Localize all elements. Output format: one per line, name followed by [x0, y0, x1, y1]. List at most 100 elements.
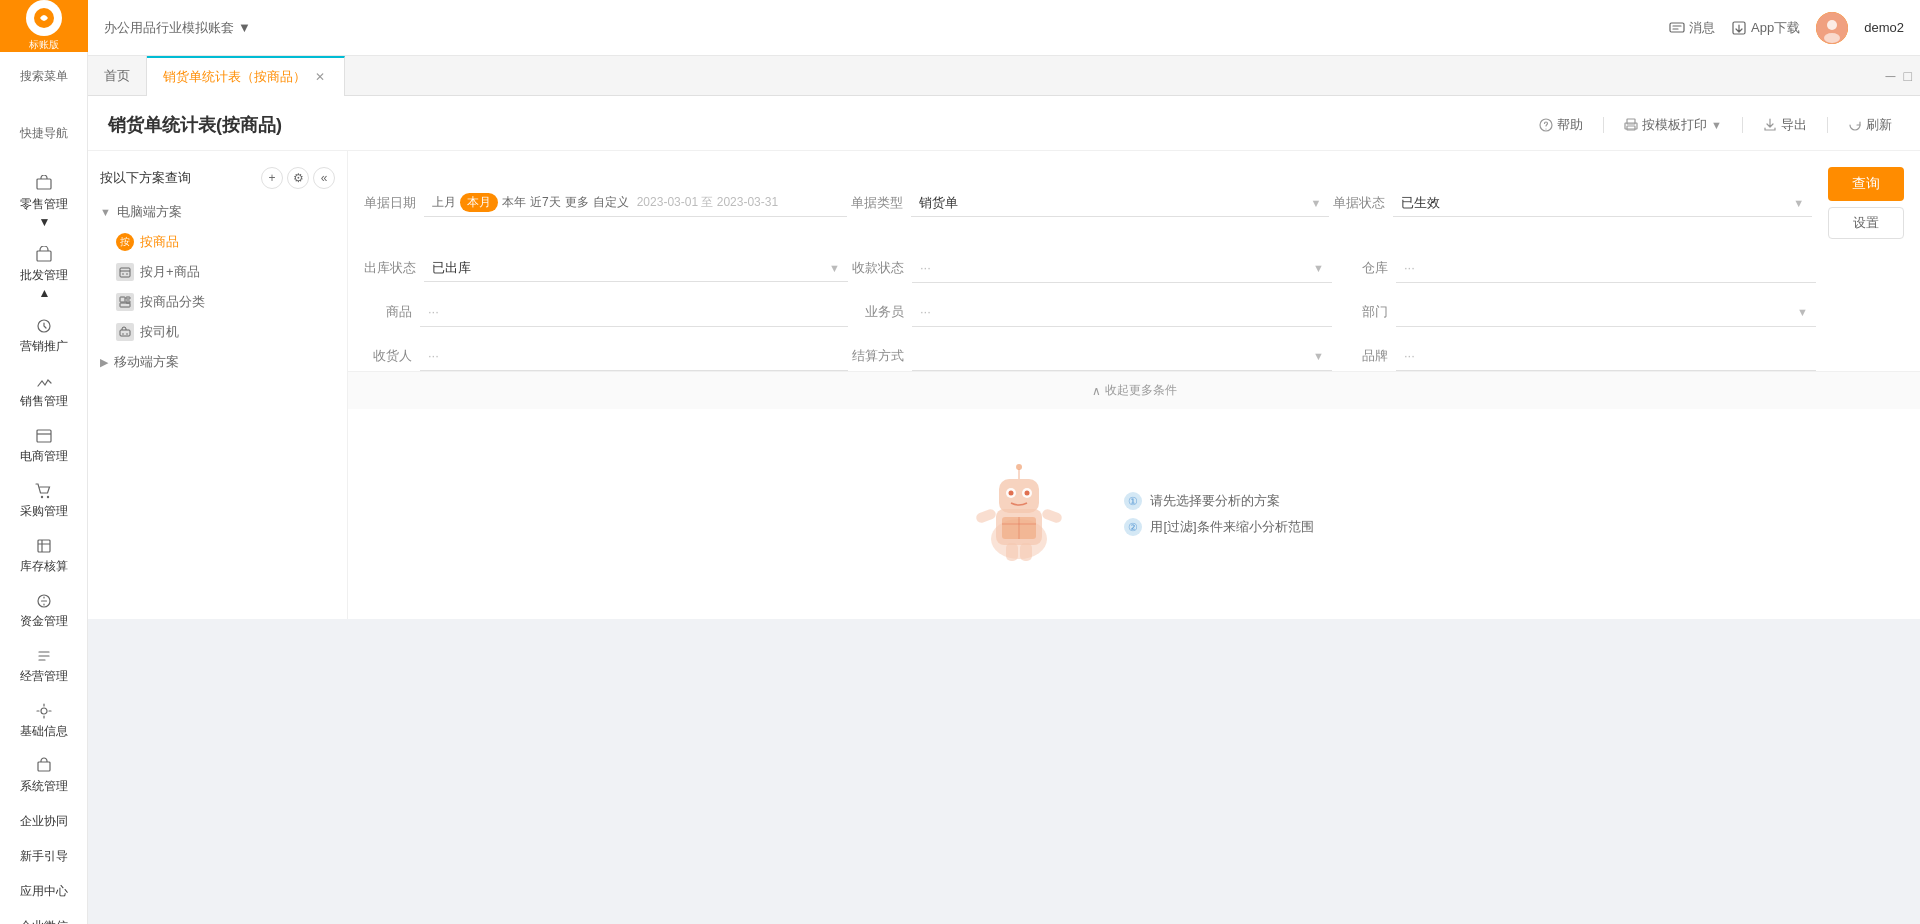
date-opt-7days[interactable]: 近7天 [530, 194, 561, 211]
scheme-group-mobile-header[interactable]: ▶ 移动端方案 [88, 347, 347, 377]
sidebar-item-guide[interactable]: 新手引导 [0, 838, 87, 873]
sidebar-item-purchase[interactable]: 采购管理 [0, 473, 87, 528]
page-header: 销货单统计表(按商品) 帮助 按模板打印 ▼ 导出 [88, 96, 1920, 151]
sidebar-item-marketing[interactable]: 营销推广 [0, 308, 87, 363]
page-title: 销货单统计表(按商品) [108, 113, 282, 137]
date-opt-this-month[interactable]: 本月 [460, 193, 498, 212]
svg-rect-40 [975, 508, 997, 524]
date-opt-this-year[interactable]: 本年 [502, 194, 526, 211]
sidebar-item-system[interactable]: 系统管理 [0, 748, 87, 803]
goods-dots: ··· [428, 304, 840, 319]
filter-item-consignee: 收货人 ··· [364, 341, 848, 371]
sidebar-item-operations[interactable]: 经营管理 [0, 638, 87, 693]
brand-selector[interactable]: ··· [1396, 341, 1816, 371]
svg-rect-4 [37, 430, 51, 442]
salesman-selector[interactable]: ··· [912, 297, 1332, 327]
sidebar-item-basic[interactable]: 基础信息 [0, 693, 87, 748]
sidebar-item-appcenter[interactable]: 应用中心 [0, 873, 87, 908]
svg-point-36 [1009, 491, 1014, 496]
scheme-add-btn[interactable]: + [261, 167, 283, 189]
help-icon [1539, 118, 1553, 132]
marketing-icon [34, 316, 54, 336]
export-icon [1763, 118, 1777, 132]
svg-rect-33 [999, 479, 1039, 513]
outstatus-selector[interactable]: 已出库 ▼ [424, 255, 848, 282]
svg-rect-28 [120, 330, 130, 336]
app-logo[interactable]: 标账版 [0, 0, 88, 52]
svg-rect-21 [120, 268, 130, 277]
user-name[interactable]: demo2 [1864, 20, 1904, 35]
purchase-label: 采购管理 [20, 503, 68, 520]
system-icon [34, 756, 54, 776]
sidebar-item-finance[interactable]: 资金管理 [0, 583, 87, 638]
date-opt-last-month[interactable]: 上月 [432, 194, 456, 211]
cooperation-label: 企业协同 [20, 813, 68, 830]
scheme-group-pc-label: 电脑端方案 [117, 203, 182, 221]
industry-selector[interactable]: 办公用品行业模拟账套 ▼ [104, 19, 251, 37]
scheme-group-pc-header[interactable]: ▼ 电脑端方案 [88, 197, 347, 227]
tab-maximize-btn[interactable]: □ [1904, 68, 1912, 84]
tree-expand-icon: ▼ [100, 206, 111, 218]
scheme-item-icon-month [116, 263, 134, 281]
message-btn[interactable]: 消息 [1669, 19, 1715, 37]
sidebar-item-sales[interactable]: 销售管理 [0, 363, 87, 418]
date-selector[interactable]: 上月 本月 本年 近7天 更多 自定义 2023-03-01 至 2023-03… [424, 189, 847, 217]
svg-point-37 [1025, 491, 1030, 496]
scheme-item-icon-category [116, 293, 134, 311]
query-btn[interactable]: 查询 [1828, 167, 1904, 201]
sidebar-item-retail[interactable]: 零售管理 ▼ [0, 166, 87, 237]
filter-section: 单据日期 上月 本月 本年 近7天 更多 自定义 2023-03-01 至 20… [348, 151, 1920, 371]
scheme-item-by-driver[interactable]: 按司机 [88, 317, 347, 347]
print-label: 按模板打印 [1642, 116, 1707, 134]
filter-item-recvstatus: 收款状态 ··· ▼ [848, 253, 1332, 283]
header-left: 办公用品行业模拟账套 ▼ [104, 19, 251, 37]
scheme-settings-btn[interactable]: ⚙ [287, 167, 309, 189]
sidebar-item-cooperation[interactable]: 企业协同 [0, 803, 87, 838]
date-range: 2023-03-01 至 2023-03-31 [637, 194, 778, 211]
export-btn[interactable]: 导出 [1755, 112, 1815, 138]
dept-selector[interactable]: ▼ [1396, 297, 1816, 327]
goods-selector[interactable]: ··· [420, 297, 848, 327]
scheme-item-by-category[interactable]: 按商品分类 [88, 287, 347, 317]
print-btn[interactable]: 按模板打印 ▼ [1616, 112, 1730, 138]
scheme-item-by-month-goods[interactable]: 按月+商品 [88, 257, 347, 287]
date-opt-custom[interactable]: 自定义 [593, 194, 629, 211]
sidebar-item-wholesale[interactable]: 批发管理 ▲ [0, 237, 87, 308]
sidebar-item-inventory[interactable]: 库存核算 [0, 528, 87, 583]
salesman-label: 业务员 [848, 303, 912, 321]
tab-minimize-btn[interactable]: ─ [1886, 68, 1896, 84]
settle-label: 结算方式 [848, 347, 912, 365]
quick-nav-item[interactable]: 快捷导航 [0, 109, 87, 158]
print-arrow[interactable]: ▼ [1711, 119, 1722, 131]
settle-selector[interactable]: ▼ [912, 341, 1332, 371]
collapse-bar[interactable]: ∧ 收起更多条件 [348, 371, 1920, 409]
system-label: 系统管理 [20, 778, 68, 795]
search-menu-item[interactable]: 搜索菜单 [0, 52, 87, 101]
scheme-item-icon-driver [116, 323, 134, 341]
refresh-btn[interactable]: 刷新 [1840, 112, 1900, 138]
sidebar-item-ecommerce[interactable]: 电商管理 [0, 418, 87, 473]
warehouse-selector[interactable]: ··· [1396, 253, 1816, 283]
print-icon [1624, 118, 1638, 132]
doctype-selector[interactable]: 销货单 ▼ [911, 190, 1330, 217]
logo-label: 标账版 [29, 38, 59, 52]
tab-sales-stat[interactable]: 销货单统计表（按商品） ✕ [147, 56, 345, 96]
sidebar-item-corpwechat[interactable]: 企业微信 [0, 908, 87, 924]
docstatus-selector[interactable]: 已生效 ▼ [1393, 190, 1812, 217]
date-opt-more[interactable]: 更多 [565, 194, 589, 211]
tip-text-1: 请先选择要分析的方案 [1150, 492, 1280, 510]
user-avatar[interactable] [1816, 12, 1848, 44]
settings-btn[interactable]: 设置 [1828, 207, 1904, 239]
recvstatus-selector[interactable]: ··· ▼ [912, 253, 1332, 283]
scheme-collapse-btn[interactable]: « [313, 167, 335, 189]
tab-sales-stat-label: 销货单统计表（按商品） [163, 68, 306, 86]
help-btn[interactable]: 帮助 [1531, 112, 1591, 138]
scheme-item-by-goods[interactable]: 按 按商品 [88, 227, 347, 257]
page-actions: 帮助 按模板打印 ▼ 导出 [1531, 112, 1900, 138]
empty-tips: ① 请先选择要分析的方案 ② 用[过滤]条件来缩小分析范围 [1124, 492, 1313, 536]
consignee-selector[interactable]: ··· [420, 341, 848, 371]
tab-close-btn[interactable]: ✕ [312, 69, 328, 85]
tab-home[interactable]: 首页 [88, 56, 147, 96]
tab-bar: 首页 销货单统计表（按商品） ✕ ─ □ [88, 56, 1920, 96]
app-download-btn[interactable]: App下载 [1731, 19, 1800, 37]
